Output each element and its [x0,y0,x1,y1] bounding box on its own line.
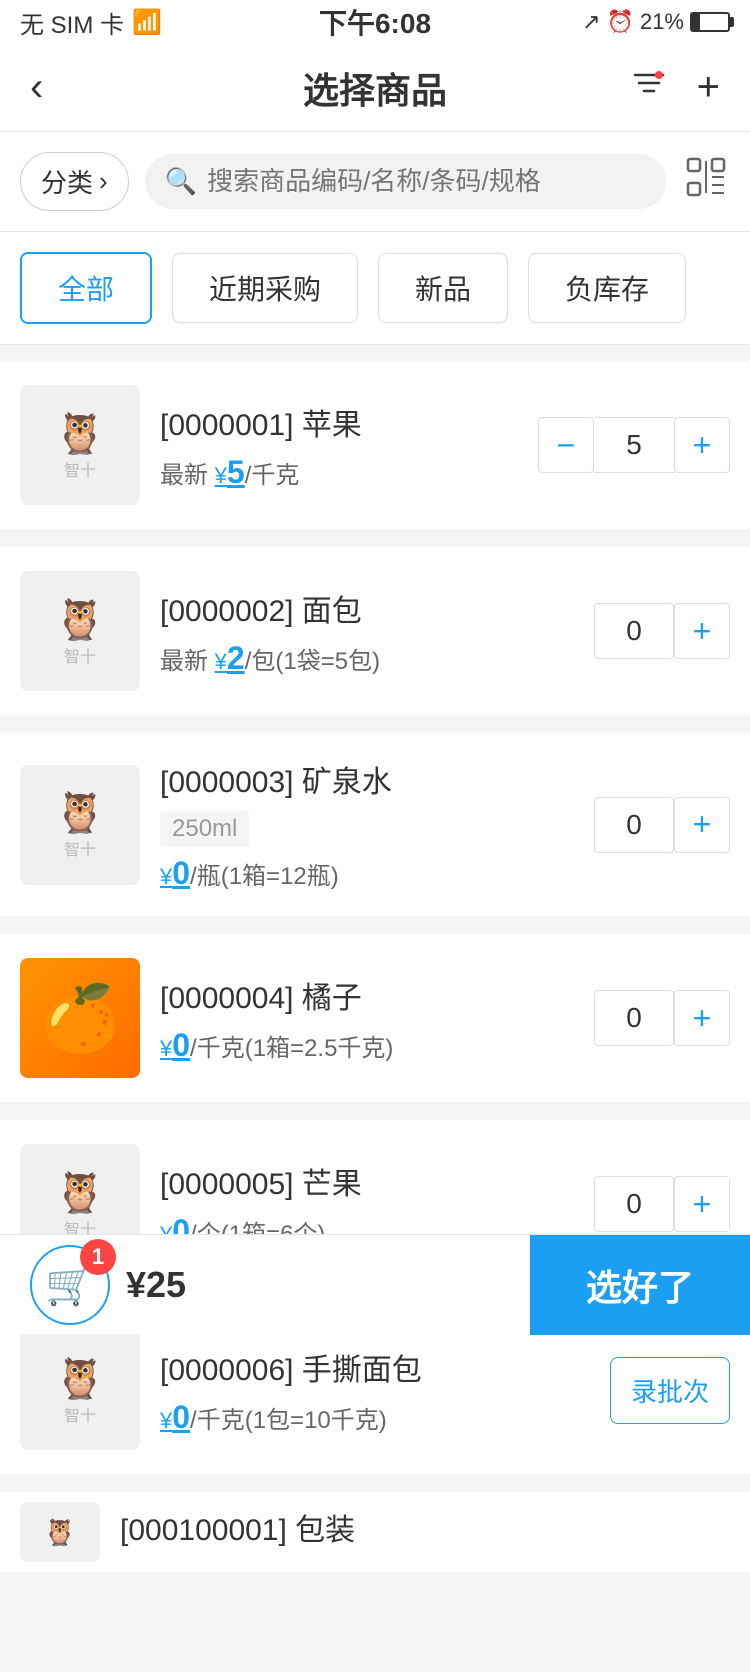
list-item: 🦉 智十 [0000001] 苹果 最新 ¥5/千克 − + [0,361,750,529]
divider-6 [0,1476,750,1492]
tab-negative[interactable]: 负库存 [528,253,686,323]
qty-control-2: + [594,797,730,853]
product-image-6: 🦉 [20,1502,100,1562]
product-name-3: [0000004] 橘子 [160,973,574,1017]
page-title: 选择商品 [303,62,447,114]
product-image-1: 🦉 智十 [20,571,140,691]
qty-input-2[interactable] [594,797,674,853]
battery-percent: 21% [640,9,684,35]
qty-input-4[interactable] [594,1176,674,1232]
product-name-5: [0000006] 手撕面包 [160,1345,590,1389]
nav-right: + [631,65,720,110]
tab-new[interactable]: 新品 [378,253,508,323]
product-info-1: [0000002] 面包 最新 ¥2/包(1袋=5包) [160,586,574,677]
product-image-0: 🦉 智十 [20,385,140,505]
owl-logo-4: 🦉 [55,1169,105,1216]
product-price-0: 最新 ¥5/千克 [160,454,518,491]
bottom-bar: 🛒 1 ¥25 选好了 [0,1234,750,1334]
cart-total: ¥25 [126,1264,186,1306]
filter-tabs: 全部 近期采购 新品 负库存 [0,232,750,345]
status-time: 下午6:08 [319,2,431,42]
batch-button-5[interactable]: 录批次 [610,1357,730,1424]
search-icon: 🔍 [165,166,197,197]
plus-button-4[interactable]: + [674,1176,730,1232]
list-item: 🦉 [000100001] 包装 [0,1492,750,1572]
owl-logo-0: 🦉 [55,410,105,457]
status-bar: 无 SIM 卡 📶 下午6:08 ↗ ⏰ 21% [0,0,750,44]
cart-badge: 1 [80,1239,116,1275]
product-name-2: [0000003] 矿泉水 [160,757,574,801]
divider-3 [0,918,750,934]
status-right: ↗ ⏰ 21% [582,9,730,35]
plus-button-1[interactable]: + [674,603,730,659]
divider-top [0,345,750,361]
alarm-icon: ⏰ [607,9,634,35]
product-info-5: [0000006] 手撕面包 ¥0/千克(1包=10千克) [160,1345,590,1436]
product-price-3: ¥0/千克(1箱=2.5千克) [160,1027,574,1064]
status-left: 无 SIM 卡 📶 [20,5,162,40]
search-area: 分类 › 🔍 [0,132,750,232]
owl-logo-1: 🦉 [55,596,105,643]
list-item: 🦉 智十 [0000002] 面包 最新 ¥2/包(1袋=5包) + [0,547,750,715]
add-button[interactable]: + [697,65,720,110]
owl-text-2: 智十 [55,836,105,860]
product-name-1: [0000002] 面包 [160,586,574,630]
location-icon: ↗ [582,9,600,35]
owl-logo-2: 🦉 [55,789,105,836]
tab-all[interactable]: 全部 [20,252,152,324]
battery-icon [690,12,730,32]
product-price-1: 最新 ¥2/包(1袋=5包) [160,640,574,677]
product-image-5: 🦉 智十 [20,1330,140,1450]
category-button[interactable]: 分类 › [20,152,129,211]
divider-2 [0,717,750,733]
nav-bar: ‹ 选择商品 + [0,44,750,132]
tab-recent[interactable]: 近期采购 [172,253,358,323]
product-name-0: [0000001] 苹果 [160,400,518,444]
minus-button-0[interactable]: − [538,417,594,473]
bottom-spacer [0,1572,750,1672]
qty-input-0[interactable] [594,417,674,473]
cart-area: 🛒 1 ¥25 [0,1245,530,1325]
chevron-right-icon: › [99,166,108,197]
product-price-5: ¥0/千克(1包=10千克) [160,1399,590,1436]
qty-input-1[interactable] [594,603,674,659]
list-item: 🍊 [0000004] 橘子 ¥0/千克(1箱=2.5千克) + [0,934,750,1102]
confirm-button[interactable]: 选好了 [530,1235,750,1335]
product-image-3: 🍊 [20,958,140,1078]
category-label: 分类 [41,163,93,200]
product-info-0: [0000001] 苹果 最新 ¥5/千克 [160,400,518,491]
qty-control-3: + [594,990,730,1046]
qty-control-1: + [594,603,730,659]
owl-text-1: 智十 [55,643,105,667]
product-list: 🦉 智十 [0000001] 苹果 最新 ¥5/千克 − + 🦉 智十 [ [0,361,750,1572]
product-name-6: [000100001] 包装 [120,1505,730,1549]
scan-icon[interactable] [682,153,730,210]
product-image-2: 🦉 智十 [20,765,140,885]
owl-text-0: 智十 [55,457,105,481]
search-input[interactable] [207,166,646,197]
divider-1 [0,531,750,547]
divider-4 [0,1104,750,1120]
owl-text-5: 智十 [55,1402,105,1426]
product-info-3: [0000004] 橘子 ¥0/千克(1箱=2.5千克) [160,973,574,1064]
qty-input-3[interactable] [594,990,674,1046]
back-button[interactable]: ‹ [30,65,43,110]
plus-button-0[interactable]: + [674,417,730,473]
product-info-6: [000100001] 包装 [120,1505,730,1559]
search-box: 🔍 [145,154,666,209]
qty-control-0: − + [538,417,730,473]
product-price-2: ¥0/瓶(1箱=12瓶) [160,855,574,892]
cart-icon-wrap[interactable]: 🛒 1 [30,1245,110,1325]
list-item: 🦉 智十 [0000003] 矿泉水 250ml ¥0/瓶(1箱=12瓶) + [0,733,750,916]
owl-logo-5: 🦉 [55,1355,105,1402]
filter-icon[interactable] [631,65,667,110]
qty-control-4: + [594,1176,730,1232]
carrier-label: 无 SIM 卡 [20,5,124,40]
wifi-icon: 📶 [132,8,162,37]
plus-button-2[interactable]: + [674,797,730,853]
plus-button-3[interactable]: + [674,990,730,1046]
product-info-2: [0000003] 矿泉水 250ml ¥0/瓶(1箱=12瓶) [160,757,574,892]
product-spec-2: 250ml [160,811,249,847]
product-name-4: [0000005] 芒果 [160,1159,574,1203]
